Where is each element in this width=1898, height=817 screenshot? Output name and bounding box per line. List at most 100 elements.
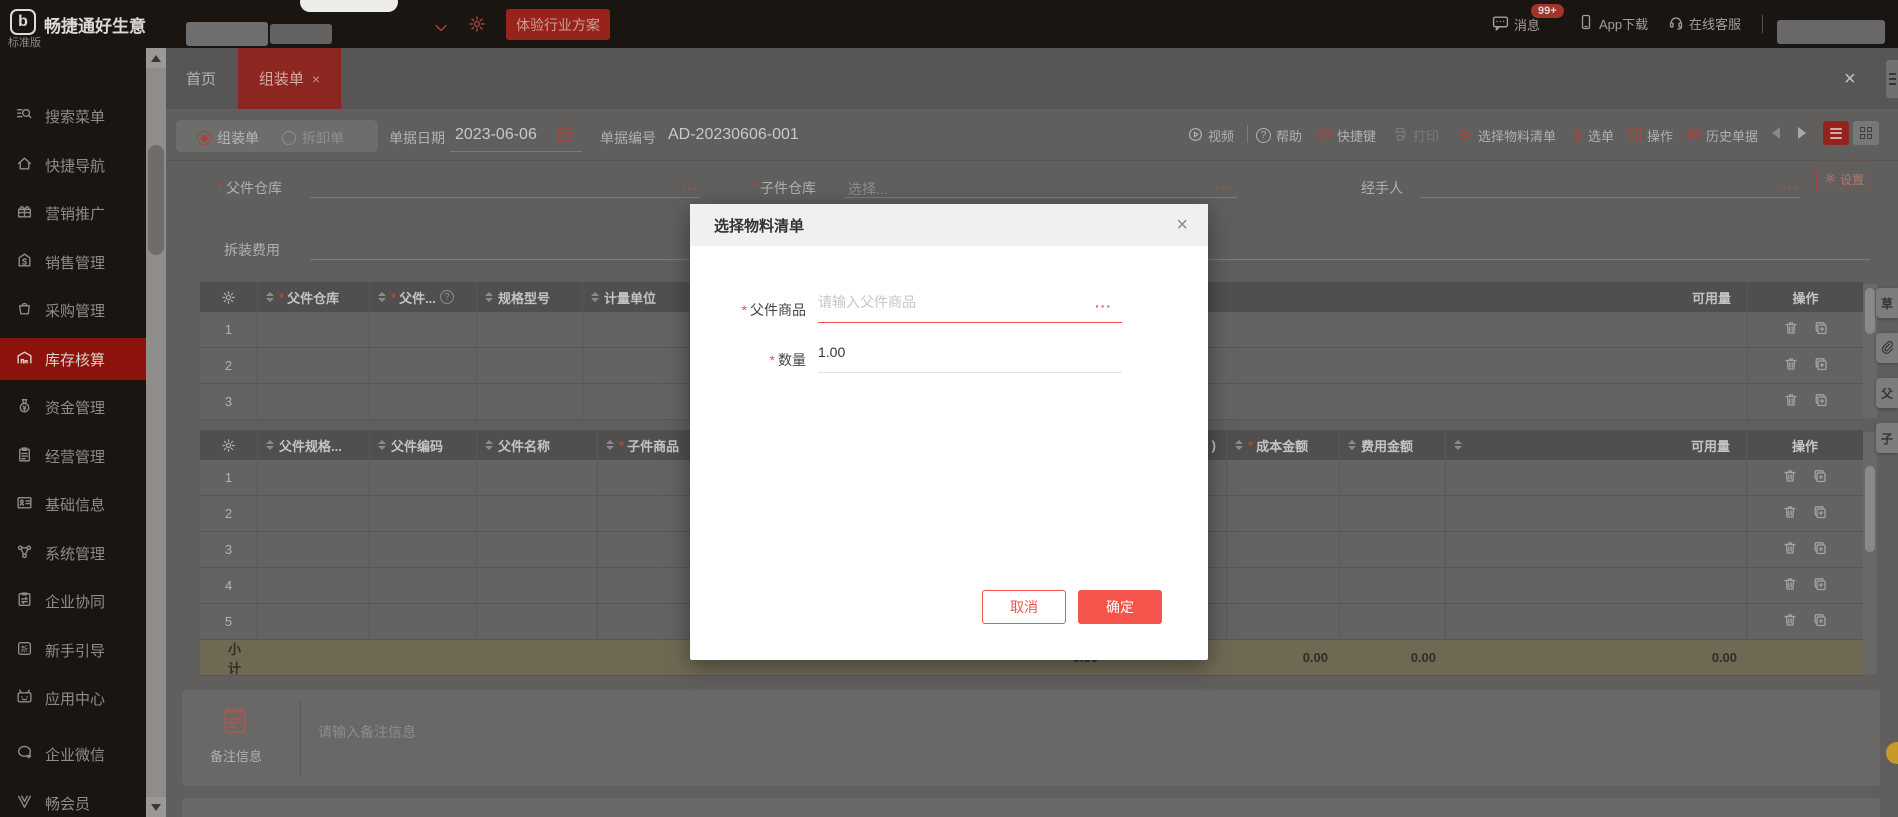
online-support-button[interactable]: 在线客服	[1668, 14, 1741, 33]
cancel-button[interactable]: 取消	[982, 590, 1066, 624]
child-warehouse-placeholder[interactable]: 选择...	[848, 179, 888, 199]
sidebar-item-collab[interactable]: 企业协同	[0, 580, 146, 622]
tab-home[interactable]: 首页	[186, 48, 216, 109]
col-unit[interactable]: 计量单位	[583, 282, 690, 312]
scrollbar-thumb[interactable]	[148, 145, 164, 255]
copy-row-icon[interactable]	[1814, 321, 1828, 338]
sort-icon[interactable]	[606, 440, 614, 450]
col-parent-item[interactable]: * 父件... ?	[370, 282, 477, 312]
child-warehouse-picker-icon[interactable]: ···	[1216, 180, 1233, 196]
sort-icon[interactable]	[1348, 440, 1356, 450]
sidebar-item-guide[interactable]: 新 新手引导	[0, 629, 146, 671]
modal-qty-input[interactable]	[818, 344, 1078, 360]
sidebar-item-marketing[interactable]: 营销推广	[0, 192, 146, 234]
sort-icon[interactable]	[591, 292, 599, 302]
scroll-down-arrow[interactable]	[146, 797, 166, 817]
copy-row-icon[interactable]	[1813, 469, 1827, 486]
col-parent-warehouse[interactable]: * 父件仓库	[258, 282, 370, 312]
sidebar-item-member[interactable]: 畅会员	[0, 782, 146, 817]
close-all-tabs-icon[interactable]: ×	[1844, 68, 1856, 91]
tab-assembly-active[interactable]: 组装单 ×	[238, 48, 341, 109]
sort-icon[interactable]	[485, 440, 493, 450]
list-view-toggle[interactable]	[1823, 121, 1849, 145]
sidebar-item-funds[interactable]: 资金管理	[0, 386, 146, 428]
rail-child-item-button[interactable]: 子	[1876, 423, 1898, 453]
sort-icon[interactable]	[266, 440, 274, 450]
rail-parent-item-button[interactable]: 父	[1876, 378, 1898, 408]
col-available[interactable]: 可用量	[1446, 430, 1747, 460]
app-download-button[interactable]: App下载	[1578, 14, 1648, 33]
sidebar-item-system[interactable]: 系统管理	[0, 532, 146, 574]
sidebar-item-search-menu[interactable]: 搜索菜单	[0, 95, 146, 137]
modal-product-picker-icon[interactable]: ···	[1095, 298, 1112, 314]
prev-doc-arrow[interactable]	[1772, 127, 1780, 139]
copy-row-icon[interactable]	[1813, 505, 1827, 522]
col-parent-code[interactable]: 父件编码	[370, 430, 477, 460]
sort-icon[interactable]	[266, 292, 274, 302]
sort-icon[interactable]	[378, 440, 386, 450]
hotkeys-button[interactable]: 快捷键	[1316, 126, 1376, 145]
copy-row-icon[interactable]	[1813, 577, 1827, 594]
trial-solution-button[interactable]: 体验行业方案	[506, 9, 610, 40]
sidebar-item-purchase[interactable]: 采购管理	[0, 289, 146, 331]
tab-close-icon[interactable]: ×	[312, 71, 320, 87]
sidebar-item-inventory[interactable]: 库存核算	[0, 338, 146, 380]
column-settings-gear-icon[interactable]	[200, 430, 258, 460]
scroll-up-arrow[interactable]	[146, 48, 166, 68]
doc-date-value[interactable]: 2023-06-06	[455, 126, 537, 144]
sidebar-item-quick-nav[interactable]: 快捷导航	[0, 144, 146, 186]
sort-icon[interactable]	[485, 292, 493, 302]
col-parent-name[interactable]: 父件名称	[477, 430, 598, 460]
modal-product-input[interactable]	[818, 294, 1078, 310]
parent-warehouse-picker-icon[interactable]: ···	[682, 180, 699, 196]
main-scrollbar[interactable]	[146, 48, 166, 817]
sort-icon[interactable]	[1235, 440, 1243, 450]
remark-placeholder[interactable]: 请输入备注信息	[318, 722, 416, 742]
history-button[interactable]: 历史单据	[1686, 126, 1758, 145]
delete-row-icon[interactable]	[1783, 469, 1797, 486]
copy-row-icon[interactable]	[1813, 613, 1827, 630]
column-settings-gear-icon[interactable]	[200, 282, 258, 312]
handler-input[interactable]	[1420, 197, 1800, 198]
sidebar-item-sales[interactable]: 销售管理	[0, 241, 146, 283]
table2-scroll-thumb[interactable]	[1865, 466, 1875, 552]
next-doc-arrow[interactable]	[1798, 127, 1806, 139]
pick-doc-button[interactable]: 选单	[1568, 126, 1614, 145]
settings-button[interactable]: 设置	[1816, 167, 1872, 192]
col-parent-spec[interactable]: 父件规格...	[258, 430, 370, 460]
copy-row-icon[interactable]	[1814, 357, 1828, 374]
calendar-icon[interactable]	[556, 126, 573, 148]
table1-scroll-thumb[interactable]	[1865, 288, 1875, 334]
floating-help-dot[interactable]	[1886, 742, 1898, 764]
print-button[interactable]: 打印	[1392, 126, 1439, 145]
grid-view-toggle[interactable]	[1853, 121, 1879, 145]
tab-list-button-cut[interactable]	[1886, 60, 1898, 98]
help-button[interactable]: ? 帮助	[1256, 126, 1302, 145]
rail-attachment-button[interactable]	[1876, 333, 1898, 363]
sidebar-item-basic-info[interactable]: 基础信息	[0, 483, 146, 525]
copy-row-icon[interactable]	[1813, 541, 1827, 558]
sidebar-item-wechat-work[interactable]: 企业微信	[0, 733, 146, 775]
sort-icon[interactable]	[1454, 440, 1462, 450]
sort-icon[interactable]	[378, 292, 386, 302]
sidebar-item-app-center[interactable]: 应用中心	[0, 677, 146, 719]
copy-row-icon[interactable]	[1814, 393, 1828, 410]
col-spec[interactable]: 规格型号	[477, 282, 583, 312]
ops-button[interactable]: 操作	[1627, 126, 1673, 145]
handler-picker-icon[interactable]: ···	[1782, 180, 1799, 196]
radio-disassembly[interactable]: 拆卸单	[282, 128, 344, 148]
chevron-down-icon[interactable]	[433, 20, 449, 41]
col-cost[interactable]: * 成本金额	[1227, 430, 1340, 460]
select-bom-button[interactable]: 选择物料清单	[1458, 126, 1556, 145]
help-circle-icon[interactable]: ?	[439, 290, 454, 304]
child-warehouse-input[interactable]	[845, 197, 1237, 198]
video-button[interactable]: 视频	[1188, 126, 1234, 145]
rail-draft-button[interactable]: 草	[1876, 288, 1898, 318]
radio-assembly[interactable]: 组装单	[197, 128, 259, 148]
gear-icon[interactable]	[468, 15, 486, 38]
delete-row-icon[interactable]	[1783, 613, 1797, 630]
delete-row-icon[interactable]	[1783, 577, 1797, 594]
col-fee[interactable]: 费用金额	[1340, 430, 1446, 460]
col-available[interactable]: 可用量	[1457, 282, 1747, 312]
delete-row-icon[interactable]	[1784, 393, 1798, 410]
